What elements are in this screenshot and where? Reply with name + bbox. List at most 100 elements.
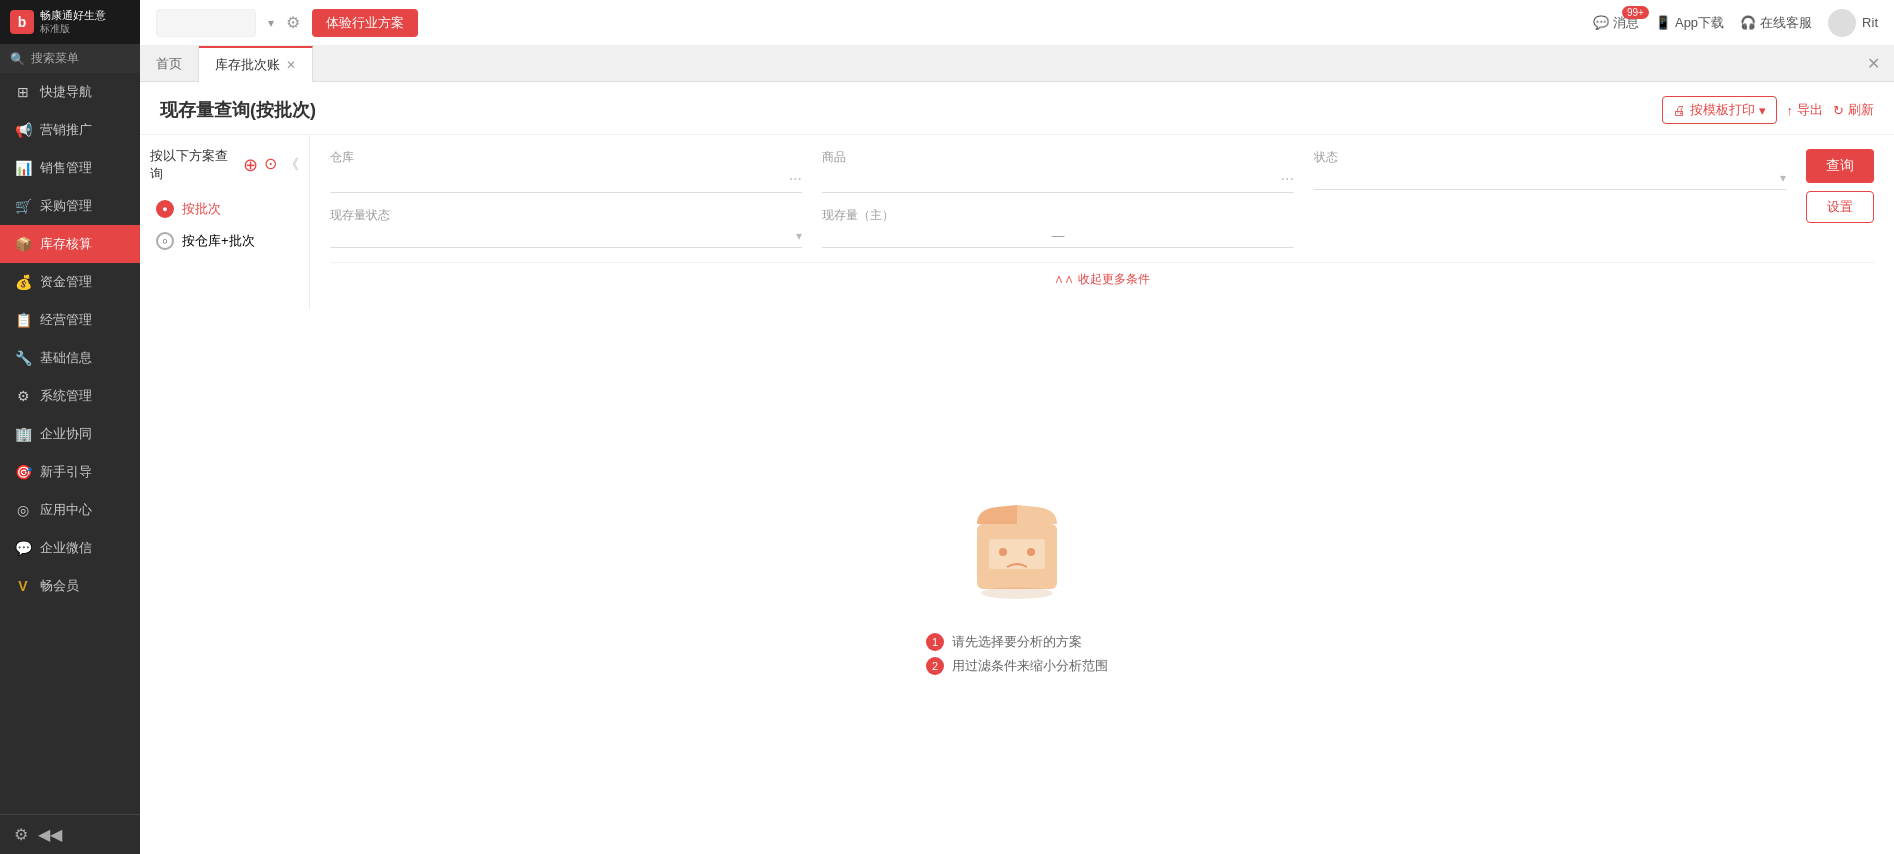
scheme-settings-icon[interactable]: ⊙: [264, 154, 277, 176]
stock-status-select[interactable]: 全部 有库存 零库存: [330, 228, 796, 243]
quick-nav-icon: ⊞: [14, 84, 32, 100]
sidebar-item-label: 新手引导: [40, 463, 92, 481]
settings-button[interactable]: 设置: [1806, 191, 1874, 223]
empty-step-1: 1 请先选择要分析的方案: [926, 633, 1108, 651]
refresh-label: 刷新: [1848, 101, 1874, 119]
app-logo: b: [10, 10, 34, 34]
sidebar-header: b 畅康通好生意 标准版: [0, 0, 140, 44]
collapse-up-icon: ∧∧: [1054, 272, 1074, 286]
close-panel-button[interactable]: ✕: [1853, 54, 1894, 73]
tab-close-icon[interactable]: ✕: [286, 58, 296, 72]
tab-inventory-batch-label: 库存批次账: [215, 56, 280, 74]
empty-illustration: [957, 489, 1077, 609]
topbar-dropdown-icon[interactable]: ▾: [268, 16, 274, 30]
scheme-panel: 按以下方案查询 ⊕ ⊙ 《 ● 按批次 ○ 按仓库+批次: [140, 135, 310, 310]
app-download-button[interactable]: 📱 App下载: [1655, 14, 1724, 32]
filter-area: 按以下方案查询 ⊕ ⊙ 《 ● 按批次 ○ 按仓库+批次: [140, 135, 1894, 310]
sidebar-item-label: 企业微信: [40, 539, 92, 557]
warehouse-input-wrap: ···: [330, 170, 802, 193]
sidebar-item-label: 企业协同: [40, 425, 92, 443]
purchase-icon: 🛒: [14, 198, 32, 214]
export-label: 导出: [1797, 101, 1823, 119]
sidebar-item-inventory[interactable]: 📦 库存核算: [0, 225, 140, 263]
sidebar-item-label: 经营管理: [40, 311, 92, 329]
sidebar-item-label: 采购管理: [40, 197, 92, 215]
product-input-wrap: ···: [822, 170, 1294, 193]
product-dots[interactable]: ···: [1281, 170, 1294, 188]
empty-state: 1 请先选择要分析的方案 2 用过滤条件来缩小分析范围: [140, 310, 1894, 854]
add-scheme-icon[interactable]: ⊕: [243, 154, 258, 176]
scheme-item-by-warehouse-batch[interactable]: ○ 按仓库+批次: [150, 225, 299, 257]
sidebar-item-purchase[interactable]: 🛒 采购管理: [0, 187, 140, 225]
app-title: 畅康通好生意: [40, 8, 106, 22]
refresh-icon: ↻: [1833, 103, 1844, 118]
export-icon: ↑: [1787, 103, 1794, 118]
system-icon: ⚙: [14, 388, 32, 404]
sidebar-search-label: 搜索菜单: [31, 50, 79, 67]
svg-point-4: [981, 587, 1053, 599]
scheme-item-by-batch[interactable]: ● 按批次: [150, 193, 299, 225]
stock-qty-from-input[interactable]: [822, 228, 1044, 243]
sidebar-item-label: 营销推广: [40, 121, 92, 139]
sidebar-item-base[interactable]: 🔧 基础信息: [0, 339, 140, 377]
sidebar-item-label: 资金管理: [40, 273, 92, 291]
status-label: 状态: [1314, 149, 1786, 166]
status-select[interactable]: 全部 正常 停用: [1314, 170, 1780, 185]
sidebar-item-operation[interactable]: 📋 经营管理: [0, 301, 140, 339]
stock-qty-label: 现存量（主）: [822, 207, 1294, 224]
refresh-button[interactable]: ↻ 刷新: [1833, 101, 1874, 119]
filter-row-2: 现存量状态 全部 有库存 零库存 ▾: [330, 207, 1786, 248]
product-input[interactable]: [822, 172, 1281, 187]
sidebar-item-enterprise[interactable]: 🏢 企业协同: [0, 415, 140, 453]
range-dash: —: [1052, 228, 1065, 243]
sidebar-item-quick-nav[interactable]: ⊞ 快捷导航: [0, 73, 140, 111]
topbar-gear-icon[interactable]: ⚙: [286, 13, 300, 32]
print-button[interactable]: 🖨 按模板打印 ▾: [1662, 96, 1777, 124]
step-num-1: 1: [926, 633, 944, 651]
collapse-sidebar-icon[interactable]: ◀◀: [38, 825, 62, 844]
message-button[interactable]: 💬 消息 99+: [1593, 14, 1639, 32]
app-subtitle: 标准版: [40, 22, 106, 36]
sidebar-item-system[interactable]: ⚙ 系统管理: [0, 377, 140, 415]
svg-point-2: [999, 548, 1007, 556]
scheme-item-label: 按批次: [182, 200, 221, 218]
collapse-row[interactable]: ∧∧ 收起更多条件: [330, 262, 1874, 296]
user-menu[interactable]: Rit: [1828, 9, 1878, 37]
topbar: ▾ ⚙ 体验行业方案 💬 消息 99+ 📱 App下载 🎧 在线客服 Rit: [140, 0, 1894, 46]
tabs-bar: 首页 库存批次账 ✕ ✕: [140, 46, 1894, 82]
sidebar-item-member[interactable]: V 畅会员: [0, 567, 140, 605]
tab-home[interactable]: 首页: [140, 46, 199, 82]
topbar-right: 💬 消息 99+ 📱 App下载 🎧 在线客服 Rit: [1593, 9, 1878, 37]
scheme-title: 按以下方案查询 ⊕ ⊙ 《: [150, 147, 299, 183]
sidebar-item-finance[interactable]: 💰 资金管理: [0, 263, 140, 301]
sidebar-item-label: 基础信息: [40, 349, 92, 367]
stock-status-arrow-icon: ▾: [796, 229, 802, 243]
stock-qty-field: 现存量（主） —: [822, 207, 1294, 248]
warehouse-dots[interactable]: ···: [789, 170, 802, 188]
sidebar-item-label: 系统管理: [40, 387, 92, 405]
scheme-item-label: 按仓库+批次: [182, 232, 255, 250]
sidebar-item-marketing[interactable]: 📢 营销推广: [0, 111, 140, 149]
exp-industry-button[interactable]: 体验行业方案: [312, 9, 418, 37]
app-download-icon: 📱: [1655, 15, 1671, 30]
stock-qty-to-input[interactable]: [1073, 228, 1295, 243]
warehouse-input[interactable]: [330, 172, 789, 187]
tab-inventory-batch[interactable]: 库存批次账 ✕: [199, 46, 313, 82]
sidebar-nav: ⊞ 快捷导航 📢 营销推广 📊 销售管理 🛒 采购管理 📦 库存核算 💰 资金管…: [0, 73, 140, 814]
topbar-search-input[interactable]: [156, 9, 256, 37]
sidebar-item-sales[interactable]: 📊 销售管理: [0, 149, 140, 187]
sidebar-item-appstore[interactable]: ◎ 应用中心: [0, 491, 140, 529]
product-label: 商品: [822, 149, 1294, 166]
online-service-button[interactable]: 🎧 在线客服: [1740, 14, 1812, 32]
sales-icon: 📊: [14, 160, 32, 176]
settings-icon[interactable]: ⚙: [14, 825, 28, 844]
scheme-actions: ⊕ ⊙: [243, 154, 277, 176]
print-dropdown-icon[interactable]: ▾: [1759, 103, 1766, 118]
enterprise-icon: 🏢: [14, 426, 32, 442]
sidebar-item-guide[interactable]: 🎯 新手引导: [0, 453, 140, 491]
export-button[interactable]: ↑ 导出: [1787, 101, 1824, 119]
sidebar-item-wechat[interactable]: 💬 企业微信: [0, 529, 140, 567]
scheme-collapse-icon[interactable]: 《: [285, 156, 299, 174]
sidebar-search[interactable]: 🔍 搜索菜单: [0, 44, 140, 73]
query-button[interactable]: 查询: [1806, 149, 1874, 183]
